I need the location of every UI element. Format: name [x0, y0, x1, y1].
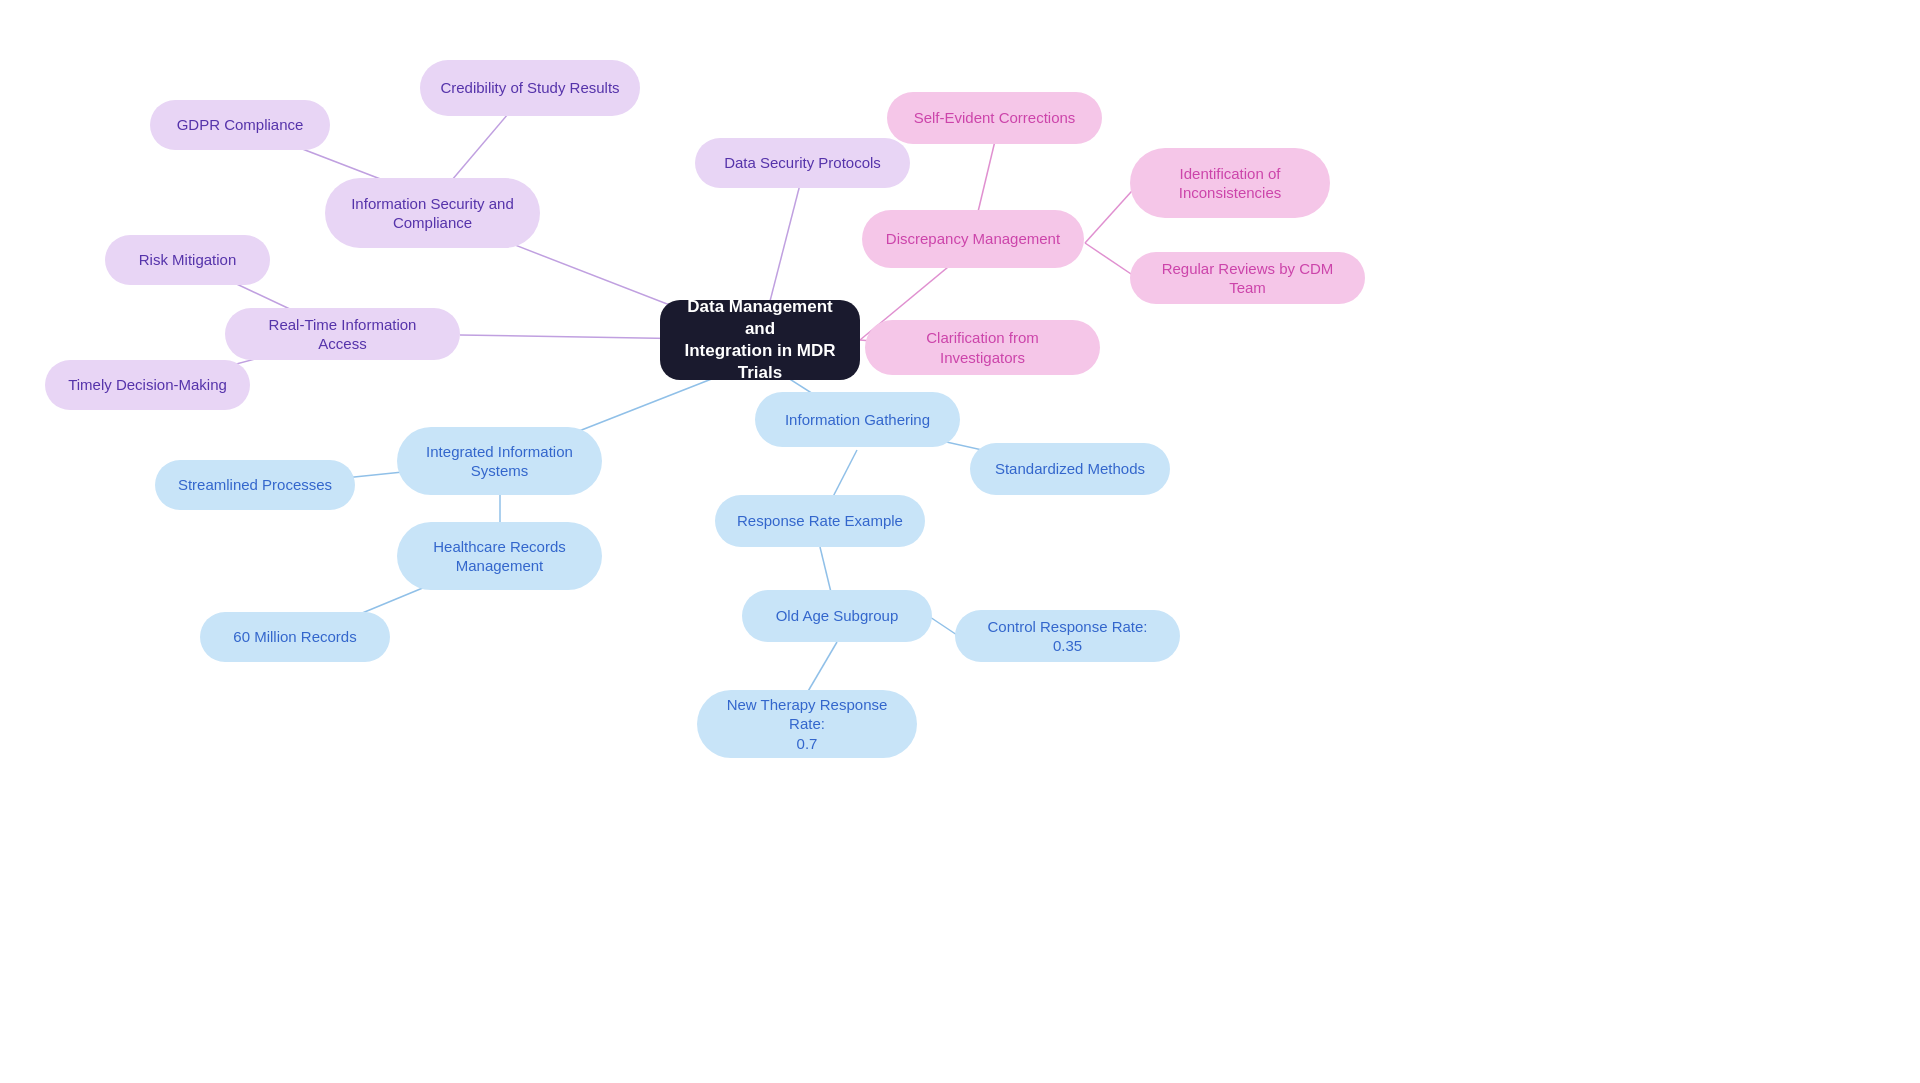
- node-info-gathering: Information Gathering: [755, 392, 960, 447]
- integrated-is-label: Integrated Information Systems: [426, 442, 573, 481]
- node-healthcare-rm: Healthcare Records Management: [397, 522, 602, 590]
- svg-line-16: [807, 642, 837, 693]
- node-standardized: Standardized Methods: [970, 443, 1170, 495]
- old-age-label: Old Age Subgroup: [776, 606, 899, 626]
- node-risk-mitigation: Risk Mitigation: [105, 235, 270, 285]
- node-timely-decision: Timely Decision-Making: [45, 360, 250, 410]
- node-clarification: Clarification from Investigators: [865, 320, 1100, 375]
- node-info-security: Information Security and Compliance: [325, 178, 540, 248]
- identification-label: Identification of Inconsistencies: [1179, 164, 1282, 203]
- healthcare-rm-label: Healthcare Records Management: [433, 537, 566, 576]
- center-node: Data Management and Integration in MDR T…: [660, 300, 860, 380]
- new-therapy-label: New Therapy Response Rate: 0.7: [717, 695, 897, 754]
- node-self-evident: Self-Evident Corrections: [887, 92, 1102, 144]
- gdpr-label: GDPR Compliance: [177, 115, 304, 135]
- center-label: Data Management and Integration in MDR T…: [680, 296, 840, 384]
- streamlined-label: Streamlined Processes: [178, 475, 332, 495]
- node-identification: Identification of Inconsistencies: [1130, 148, 1330, 218]
- real-time-label: Real-Time Information Access: [245, 315, 440, 354]
- timely-decision-label: Timely Decision-Making: [68, 375, 227, 395]
- regular-reviews-label: Regular Reviews by CDM Team: [1150, 259, 1345, 298]
- discrepancy-label: Discrepancy Management: [886, 229, 1060, 249]
- info-gathering-label: Information Gathering: [785, 410, 930, 430]
- standardized-label: Standardized Methods: [995, 459, 1145, 479]
- info-security-label: Information Security and Compliance: [351, 194, 514, 233]
- node-60-million: 60 Million Records: [200, 612, 390, 662]
- node-regular-reviews: Regular Reviews by CDM Team: [1130, 252, 1365, 304]
- node-response-rate: Response Rate Example: [715, 495, 925, 547]
- node-data-sec-prot: Data Security Protocols: [695, 138, 910, 188]
- response-rate-label: Response Rate Example: [737, 511, 903, 531]
- node-integrated-is: Integrated Information Systems: [397, 427, 602, 495]
- node-real-time: Real-Time Information Access: [225, 308, 460, 360]
- node-streamlined: Streamlined Processes: [155, 460, 355, 510]
- control-response-label: Control Response Rate: 0.35: [975, 617, 1160, 656]
- 60-million-label: 60 Million Records: [233, 627, 356, 647]
- risk-mitigation-label: Risk Mitigation: [139, 250, 237, 270]
- node-credibility: Credibility of Study Results: [420, 60, 640, 116]
- clarification-label: Clarification from Investigators: [885, 328, 1080, 367]
- node-control-response: Control Response Rate: 0.35: [955, 610, 1180, 662]
- self-evident-label: Self-Evident Corrections: [914, 108, 1076, 128]
- node-gdpr: GDPR Compliance: [150, 100, 330, 150]
- data-sec-prot-label: Data Security Protocols: [724, 153, 881, 173]
- node-discrepancy: Discrepancy Management: [862, 210, 1084, 268]
- node-old-age: Old Age Subgroup: [742, 590, 932, 642]
- node-new-therapy: New Therapy Response Rate: 0.7: [697, 690, 917, 758]
- credibility-label: Credibility of Study Results: [440, 78, 619, 98]
